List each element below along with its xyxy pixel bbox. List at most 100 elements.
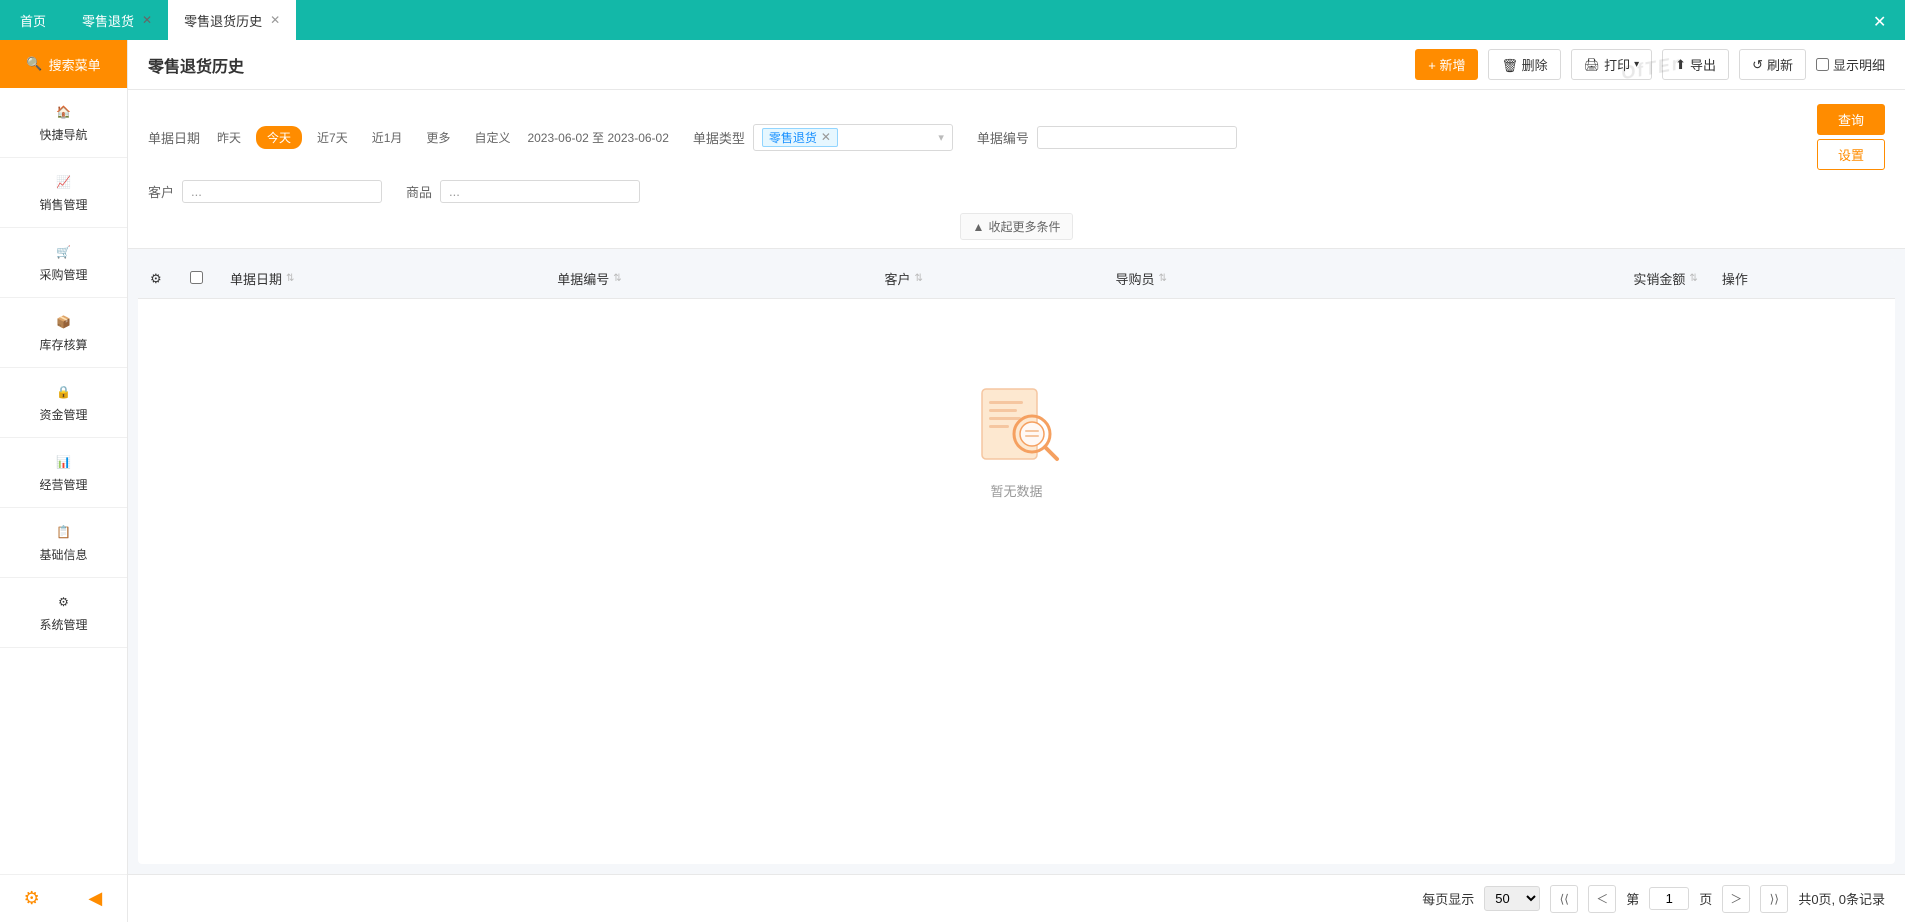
date-btn-yesterday[interactable]: 昨天	[208, 126, 250, 149]
bill-no-input[interactable]	[1037, 126, 1237, 149]
date-filter-options: 昨天 今天 近7天 近1月 更多 自定义	[208, 126, 519, 149]
refresh-label: 刷新	[1767, 55, 1793, 74]
filter-row-2: 客户 ... 商品 ...	[148, 180, 1885, 203]
print-label: 打印	[1604, 55, 1630, 74]
filter-settings-button[interactable]: 设置	[1817, 139, 1885, 170]
sidebar-item-purchase[interactable]: 🛒 采购管理	[0, 228, 127, 298]
date-btn-today[interactable]: 今天	[256, 126, 302, 149]
select-all-checkbox[interactable]	[190, 271, 203, 284]
table-body: 暂无数据	[138, 299, 1895, 581]
window-close-icon[interactable]: ✕	[1873, 12, 1889, 28]
query-button[interactable]: 查询	[1817, 104, 1885, 135]
query-settings-group: 查询 设置	[1817, 104, 1885, 170]
last-page-btn[interactable]: ⟩⟩	[1760, 885, 1788, 913]
page-header: 零售退货历史 + 新增 🗑 删除 🖨 打印 ▾ ⬆ 导出 ↺ 刷新	[128, 40, 1905, 90]
export-icon: ⬆	[1675, 57, 1686, 73]
goods-input[interactable]: ...	[440, 180, 640, 203]
tab-retail-return-history[interactable]: 零售退货历史 ✕	[168, 0, 296, 40]
th-bill-date: 单据日期 ⇅	[218, 259, 545, 299]
th-operation: 操作	[1710, 259, 1895, 299]
sidebar-item-operation[interactable]: 📊 经营管理	[0, 438, 127, 508]
sidebar-item-sales[interactable]: 📈 销售管理	[0, 158, 127, 228]
empty-text: 暂无数据	[990, 481, 1042, 500]
sidebar-item-inventory[interactable]: 📦 库存核算	[0, 298, 127, 368]
display-detail-checkbox[interactable]	[1816, 58, 1829, 71]
filter-goods: 商品 ...	[406, 180, 640, 203]
collapse-filter-btn[interactable]: ▲ 收起更多条件	[960, 213, 1074, 240]
refresh-button[interactable]: ↺ 刷新	[1739, 49, 1806, 80]
date-btn-more[interactable]: 更多	[417, 126, 459, 149]
basic-icon: 📋	[54, 522, 74, 542]
data-table: ⚙ 单据日期 ⇅ 单据编号	[138, 259, 1895, 580]
bill-type-tag-close[interactable]: ✕	[821, 130, 831, 144]
customer-input[interactable]: ...	[182, 180, 382, 203]
settings-icon: ⚙	[24, 888, 40, 909]
new-button[interactable]: + 新增	[1415, 49, 1478, 80]
purchase-icon: 🛒	[54, 242, 74, 262]
sidebar-collapse-btn[interactable]: ◀	[64, 875, 128, 922]
prev-page-btn[interactable]: ＜	[1588, 885, 1616, 913]
sidebar-item-sales-label: 销售管理	[39, 196, 87, 213]
th-checkbox[interactable]	[178, 259, 218, 299]
actual-amount-sort-icon[interactable]: ⇅	[1689, 273, 1697, 284]
filter-bill-type: 单据类型 零售退货 ✕ ▾	[693, 124, 953, 151]
sidebar-item-quicknav[interactable]: 🏠 快捷导航	[0, 88, 127, 158]
tab-home[interactable]: 首页	[0, 0, 66, 40]
display-detail-label: 显示明细	[1833, 55, 1885, 74]
date-range-display: 2023-06-02 至 2023-06-02	[527, 129, 668, 146]
filter-customer: 客户 ...	[148, 180, 382, 203]
search-icon: 🔍	[26, 56, 42, 72]
operation-icon: 📊	[54, 452, 74, 472]
print-button[interactable]: 🖨 打印 ▾	[1571, 49, 1653, 80]
sidebar-item-system[interactable]: ⚙ 系统管理	[0, 578, 127, 648]
sidebar-item-basic[interactable]: 📋 基础信息	[0, 508, 127, 578]
bill-type-tag-text: 零售退货	[769, 129, 817, 146]
print-icon: 🖨	[1584, 57, 1601, 73]
bill-no-sort-icon[interactable]: ⇅	[613, 273, 621, 284]
th-bill-no-label: 单据编号	[557, 269, 609, 288]
th-settings[interactable]: ⚙	[138, 259, 178, 299]
date-btn-custom[interactable]: 自定义	[465, 126, 519, 149]
finance-icon: 🔒	[54, 382, 74, 402]
page-size-select[interactable]: 50 10 20 100	[1484, 886, 1540, 911]
sidebar-bottom: ⚙ ◀	[0, 874, 127, 922]
bill-type-select[interactable]: 零售退货 ✕ ▾	[753, 124, 953, 151]
sidebar-search[interactable]: 🔍 搜索菜单	[0, 40, 127, 88]
filter-date: 单据日期 昨天 今天 近7天 近1月 更多 自定义 2023-06-02 至 2…	[148, 126, 669, 149]
customer-sort-icon[interactable]: ⇅	[914, 273, 922, 284]
inventory-icon: 📦	[54, 312, 74, 332]
sidebar-item-finance[interactable]: 🔒 资金管理	[0, 368, 127, 438]
guide-sort-icon[interactable]: ⇅	[1158, 273, 1166, 284]
total-info: 共0页, 0条记录	[1798, 889, 1885, 908]
pagination-bar: 每页显示 50 10 20 100 ⟨⟨ ＜ 第 页 ＞ ⟩⟩ 共0页, 0条记…	[128, 874, 1905, 922]
export-label: 导出	[1690, 55, 1716, 74]
page-size-label: 每页显示	[1422, 889, 1474, 908]
sidebar-settings-btn[interactable]: ⚙	[0, 875, 64, 922]
th-actual-amount: 实销金额 ⇅	[1383, 259, 1710, 299]
filter-row-1: 单据日期 昨天 今天 近7天 近1月 更多 自定义 2023-06-02 至 2…	[148, 104, 1885, 170]
page-title: 零售退货历史	[148, 53, 1415, 77]
date-btn-7days[interactable]: 近7天	[308, 126, 357, 149]
tab-retail-return[interactable]: 零售退货 ✕	[66, 0, 168, 40]
display-detail-toggle[interactable]: 显示明细	[1816, 55, 1885, 74]
th-customer-label: 客户	[884, 269, 910, 288]
sidebar-item-quicknav-label: 快捷导航	[39, 126, 87, 143]
tab-retail-return-history-close[interactable]: ✕	[270, 13, 280, 27]
first-page-btn[interactable]: ⟨⟨	[1550, 885, 1578, 913]
bill-date-sort-icon[interactable]: ⇅	[286, 273, 294, 284]
page-number-input[interactable]	[1649, 887, 1689, 910]
bill-type-tag: 零售退货 ✕	[762, 128, 838, 147]
empty-state: 暂无数据	[138, 299, 1895, 580]
export-button[interactable]: ⬆ 导出	[1662, 49, 1729, 80]
th-actual-amount-label: 实销金额	[1633, 269, 1685, 288]
sales-icon: 📈	[54, 172, 74, 192]
th-guide-label: 导购员	[1115, 269, 1154, 288]
delete-button[interactable]: 🗑 删除	[1488, 49, 1560, 80]
next-page-btn[interactable]: ＞	[1722, 885, 1750, 913]
date-btn-1month[interactable]: 近1月	[363, 126, 412, 149]
th-guide: 导购员 ⇅	[1103, 259, 1382, 299]
tab-retail-return-close[interactable]: ✕	[142, 13, 152, 27]
date-filter-label: 单据日期	[148, 128, 200, 147]
sidebar-item-purchase-label: 采购管理	[39, 266, 87, 283]
column-settings-icon: ⚙	[150, 271, 162, 286]
